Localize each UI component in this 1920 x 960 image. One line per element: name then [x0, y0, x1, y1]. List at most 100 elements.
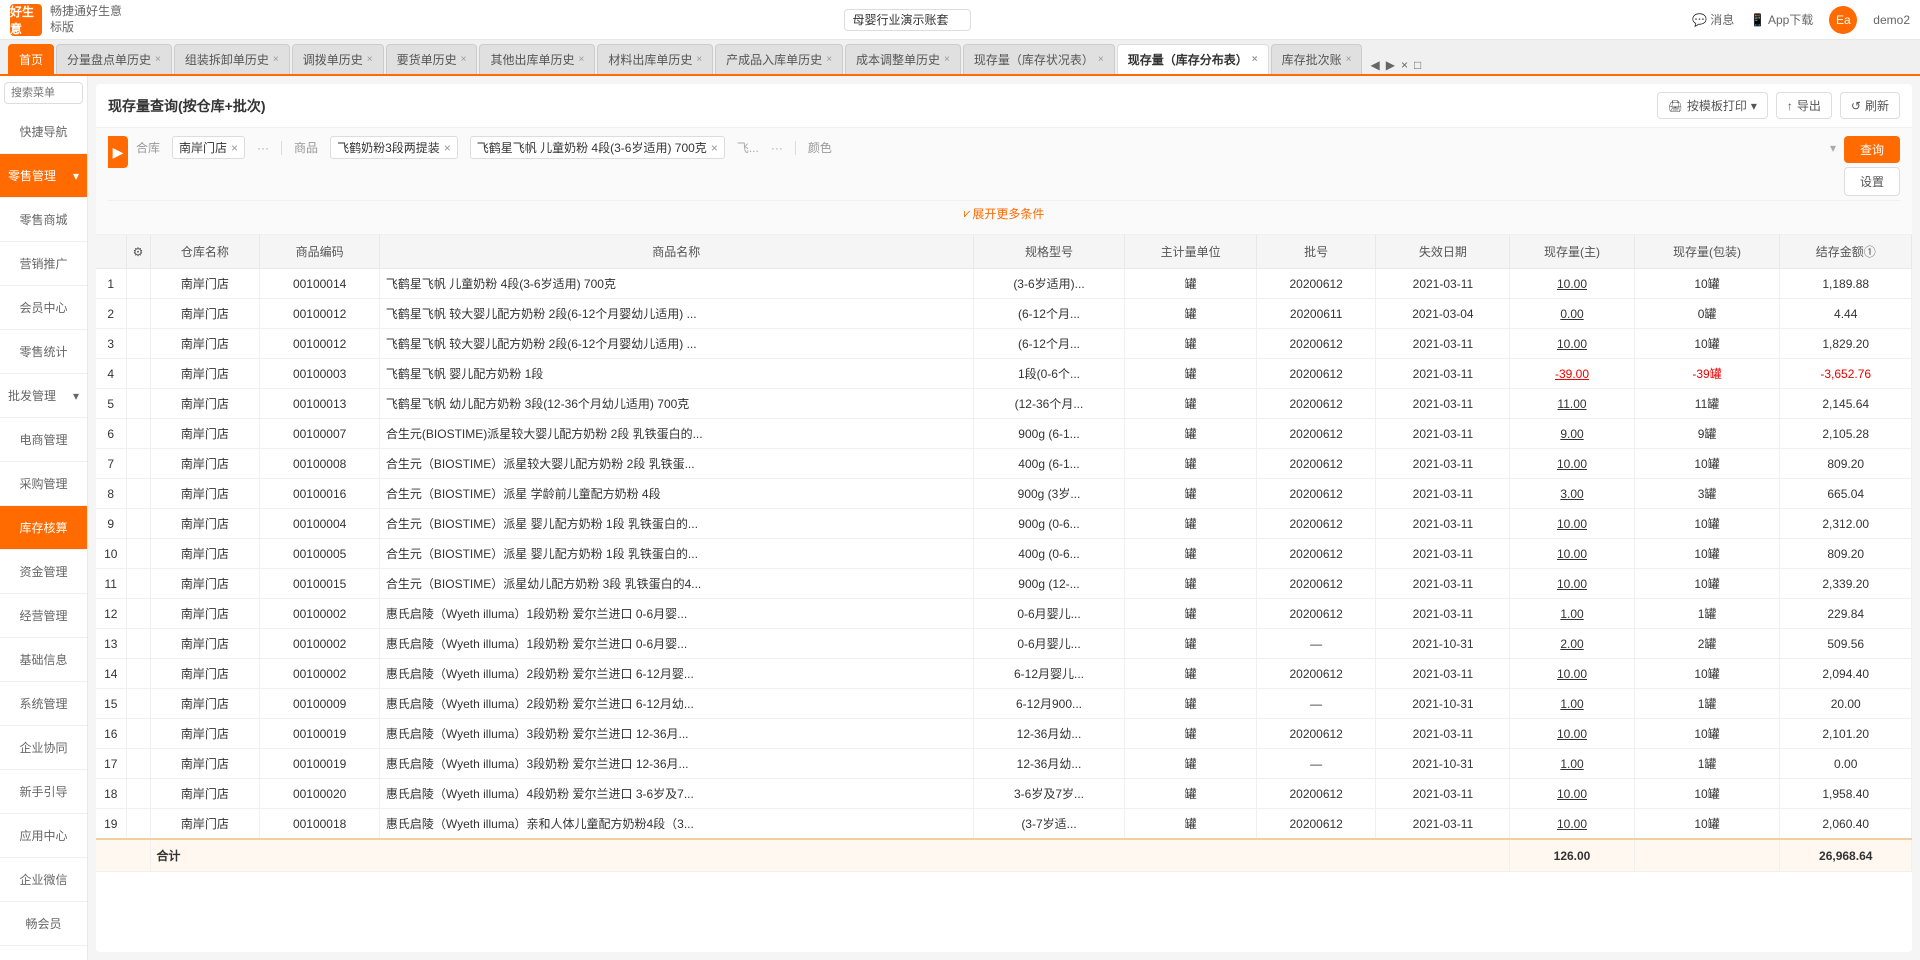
- tab-4[interactable]: 要货单历史 ×: [386, 44, 478, 74]
- cell-stock-main[interactable]: 10.00: [1510, 809, 1634, 840]
- cell-stock-main[interactable]: 0.00: [1510, 299, 1634, 329]
- table-row: 9 南岸门店 00100004 合生元（BIOSTIME）派星 婴儿配方奶粉 1…: [96, 509, 1912, 539]
- cell-stock-main[interactable]: 11.00: [1510, 389, 1634, 419]
- company-select[interactable]: 母婴行业演示账套: [844, 9, 971, 31]
- th-setting[interactable]: ⚙: [126, 235, 150, 269]
- sidebar-item-wechat[interactable]: 企业微信: [0, 858, 87, 902]
- cell-stock-main[interactable]: 1.00: [1510, 749, 1634, 779]
- sidebar-item-wholesale-arrow: ▾: [73, 389, 79, 403]
- sidebar-item-ecommerce[interactable]: 电商管理: [0, 418, 87, 462]
- tab-1-close[interactable]: ×: [155, 54, 161, 65]
- tab-6[interactable]: 材料出库单历史 ×: [597, 44, 713, 74]
- tab-5-close[interactable]: ×: [578, 54, 584, 65]
- cell-unit: 罐: [1125, 779, 1256, 809]
- tab-6-close[interactable]: ×: [696, 54, 702, 65]
- product-tag-2[interactable]: 飞鹤星飞帆 儿童奶粉 4段(3-6岁适用) 700克 ×: [470, 136, 725, 159]
- tab-9-close[interactable]: ×: [1098, 54, 1104, 65]
- cell-stock-main[interactable]: 10.00: [1510, 779, 1634, 809]
- cell-idx: 7: [96, 449, 126, 479]
- sidebar-item-management[interactable]: 经营管理: [0, 594, 87, 638]
- product-tag-2-close[interactable]: ×: [711, 141, 718, 155]
- filter-expand-btn[interactable]: ▶: [108, 136, 128, 168]
- cell-stock-main[interactable]: 10.00: [1510, 719, 1634, 749]
- tab-next[interactable]: ▶: [1384, 56, 1397, 74]
- color-dropdown-icon[interactable]: ▾: [1830, 141, 1836, 155]
- sidebar-item-finance[interactable]: 资金管理: [0, 550, 87, 594]
- cell-stock-main[interactable]: 10.00: [1510, 329, 1634, 359]
- cell-stock-main[interactable]: 9.00: [1510, 419, 1634, 449]
- sidebar-item-retail-shop[interactable]: 零售商城: [0, 198, 87, 242]
- cell-stock-main[interactable]: 1.00: [1510, 689, 1634, 719]
- tab-9[interactable]: 现存量（库存状况表） ×: [963, 44, 1115, 74]
- product-tag-1[interactable]: 飞鹤奶粉3段两提装 ×: [330, 136, 458, 159]
- cell-unit: 罐: [1125, 269, 1256, 299]
- cell-batch: 20200611: [1256, 299, 1376, 329]
- tab-3-close[interactable]: ×: [367, 54, 373, 65]
- sidebar-item-system[interactable]: 系统管理: [0, 682, 87, 726]
- tab-maximize[interactable]: □: [1412, 56, 1423, 74]
- sidebar-item-wholesale[interactable]: 批发管理 ▾: [0, 374, 87, 418]
- sidebar-item-basic[interactable]: 基础信息: [0, 638, 87, 682]
- sidebar-item-retail[interactable]: 零售管理 ▾: [0, 154, 87, 198]
- message-link[interactable]: 💬 消息: [1692, 11, 1734, 28]
- sidebar-item-appcenter[interactable]: 应用中心: [0, 814, 87, 858]
- tab-11-close[interactable]: ×: [1346, 54, 1352, 65]
- sidebar-item-retail-stats[interactable]: 零售统计: [0, 330, 87, 374]
- filter-expand-row[interactable]: ⩗ 展开更多条件: [108, 200, 1900, 226]
- sidebar-item-collab[interactable]: 企业协同: [0, 726, 87, 770]
- sidebar-item-inventory[interactable]: 库存核算: [0, 506, 87, 550]
- refresh-button[interactable]: ↺ 刷新: [1840, 92, 1900, 119]
- tab-8[interactable]: 成本调整单历史 ×: [845, 44, 961, 74]
- cell-stock-main[interactable]: 10.00: [1510, 569, 1634, 599]
- product-more[interactable]: 飞...: [737, 139, 759, 156]
- warehouse-tag-close[interactable]: ×: [231, 141, 238, 155]
- cell-stock-main[interactable]: 10.00: [1510, 449, 1634, 479]
- cell-stock-main[interactable]: 10.00: [1510, 509, 1634, 539]
- print-dropdown-icon[interactable]: ▾: [1751, 99, 1757, 113]
- export-button[interactable]: ↑ 导出: [1776, 92, 1832, 119]
- setting-button[interactable]: 设置: [1844, 167, 1900, 196]
- tab-4-close[interactable]: ×: [461, 54, 467, 65]
- sidebar-item-newuser[interactable]: 新手引导: [0, 770, 87, 814]
- app-download-link[interactable]: 📱 App下载: [1750, 11, 1813, 28]
- cell-stock-pkg: 1罐: [1634, 689, 1780, 719]
- warehouse-tag[interactable]: 南岸门店 ×: [172, 136, 245, 159]
- sidebar-quick-nav[interactable]: 快捷导航: [0, 110, 87, 154]
- logo-area: 好生意 畅捷通好生意 标版: [10, 4, 122, 36]
- warehouse-more[interactable]: ···: [257, 141, 269, 155]
- user-avatar[interactable]: Ea: [1829, 6, 1857, 34]
- sidebar-item-purchase[interactable]: 采购管理: [0, 462, 87, 506]
- product-tag-1-close[interactable]: ×: [444, 141, 451, 155]
- print-button[interactable]: 🖨 按模板打印 ▾: [1657, 92, 1768, 119]
- tab-home[interactable]: 首页: [8, 44, 54, 74]
- sidebar-item-marketing[interactable]: 营销推广: [0, 242, 87, 286]
- tab-8-close[interactable]: ×: [944, 54, 950, 65]
- tab-7-close[interactable]: ×: [826, 54, 832, 65]
- tab-4-label: 要货单历史: [397, 51, 457, 68]
- product-extra-more[interactable]: ···: [771, 141, 783, 155]
- tab-5[interactable]: 其他出库单历史 ×: [479, 44, 595, 74]
- cell-stock-main[interactable]: 2.00: [1510, 629, 1634, 659]
- sidebar-item-member2[interactable]: 畅会员: [0, 902, 87, 946]
- user-name[interactable]: demo2: [1873, 13, 1910, 27]
- tab-2-close[interactable]: ×: [273, 54, 279, 65]
- cell-stock-main[interactable]: 1.00: [1510, 599, 1634, 629]
- tab-prev[interactable]: ◀: [1368, 56, 1381, 74]
- cell-stock-main[interactable]: -39.00: [1510, 359, 1634, 389]
- cell-stock-main[interactable]: 10.00: [1510, 659, 1634, 689]
- tab-10-close[interactable]: ×: [1252, 54, 1258, 65]
- tab-10[interactable]: 现存量（库存分布表） ×: [1117, 44, 1269, 74]
- sidebar-item-member[interactable]: 会员中心: [0, 286, 87, 330]
- cell-stock-main[interactable]: 10.00: [1510, 269, 1634, 299]
- tab-2[interactable]: 组装拆卸单历史 ×: [174, 44, 290, 74]
- search-input[interactable]: [4, 82, 83, 104]
- tab-7[interactable]: 产成品入库单历史 ×: [715, 44, 843, 74]
- tab-1[interactable]: 分量盘点单历史 ×: [56, 44, 172, 74]
- tab-3[interactable]: 调拨单历史 ×: [292, 44, 384, 74]
- tab-close-all[interactable]: ×: [1399, 56, 1410, 74]
- query-button[interactable]: 查询: [1844, 136, 1900, 163]
- cell-stock-main[interactable]: 10.00: [1510, 539, 1634, 569]
- cell-stock-main[interactable]: 3.00: [1510, 479, 1634, 509]
- cell-code: 00100020: [260, 779, 380, 809]
- tab-11[interactable]: 库存批次账 ×: [1271, 44, 1363, 74]
